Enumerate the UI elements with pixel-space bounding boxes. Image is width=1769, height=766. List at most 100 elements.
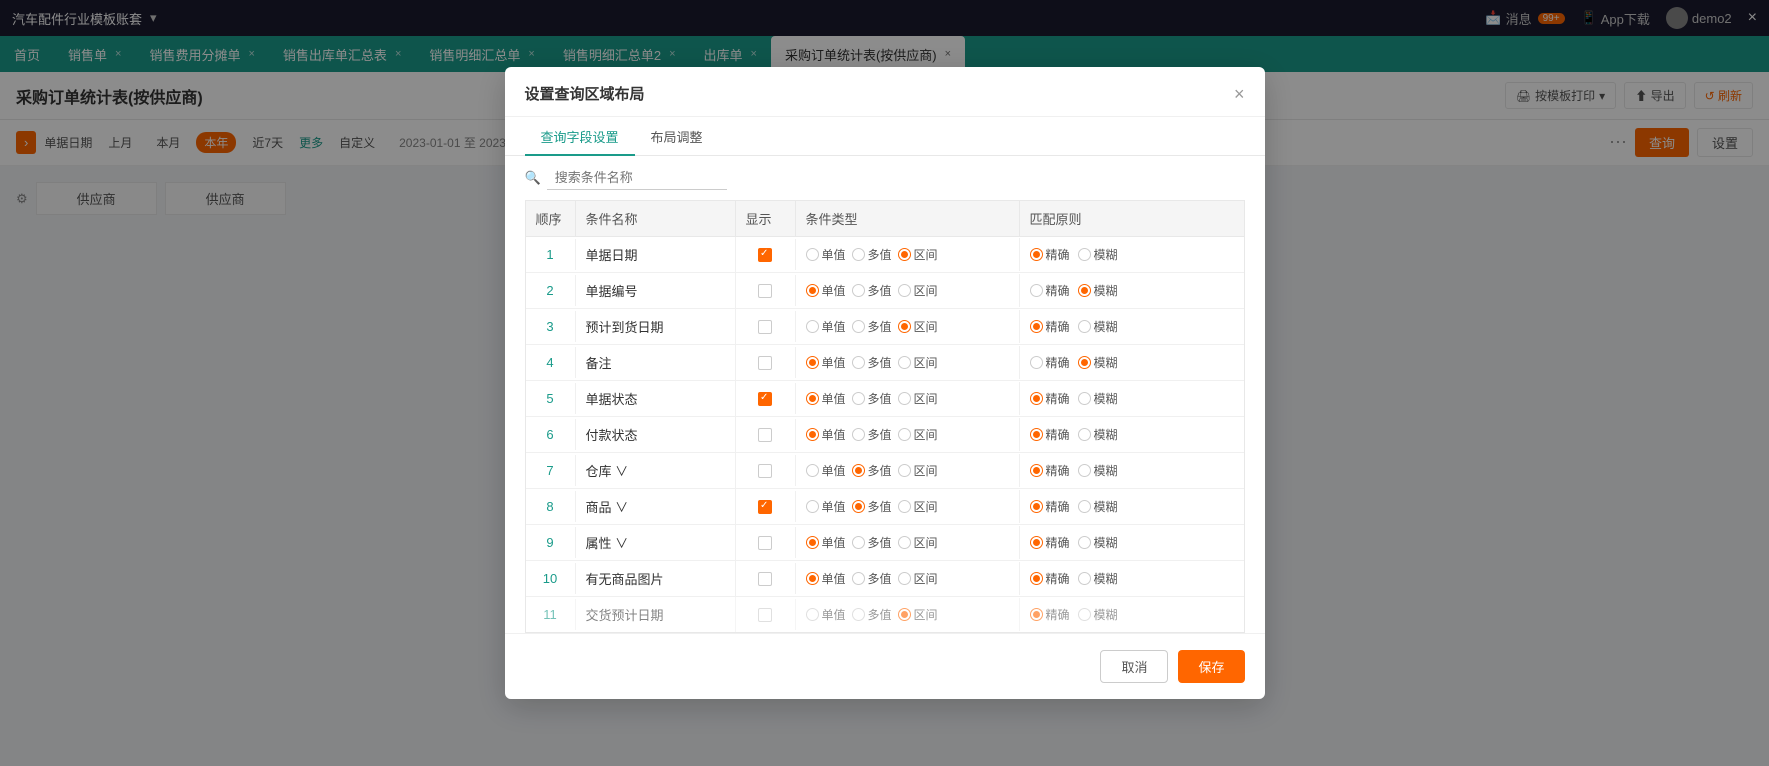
row6-match-fuzzy[interactable]: 模糊 <box>1078 426 1118 443</box>
row1-type-range[interactable]: 区间 <box>898 246 938 263</box>
row5-type-single[interactable]: 单值 <box>806 390 846 407</box>
row1-order: 1 <box>526 239 576 270</box>
row11-checkbox[interactable] <box>758 608 772 622</box>
row5-match-fuzzy[interactable]: 模糊 <box>1078 390 1118 407</box>
row10-type-multi[interactable]: 多值 <box>852 570 892 587</box>
row3-radio-single <box>806 320 819 333</box>
row4-type-range[interactable]: 区间 <box>898 354 938 371</box>
row7-match-exact[interactable]: 精确 <box>1030 462 1070 479</box>
row6-match-exact[interactable]: 精确 <box>1030 426 1070 443</box>
table-row: 3 预计到货日期 单值 多值 <box>526 309 1244 345</box>
row2-radio-single <box>806 284 819 297</box>
row3-type-range[interactable]: 区间 <box>898 318 938 335</box>
row2-match-exact[interactable]: 精确 <box>1030 282 1070 299</box>
row1-radio-single <box>806 248 819 261</box>
row3-match-exact[interactable]: 精确 <box>1030 318 1070 335</box>
cancel-button[interactable]: 取消 <box>1100 650 1168 683</box>
row11-type-single[interactable]: 单值 <box>806 606 846 623</box>
row11-match-exact[interactable]: 精确 <box>1030 606 1070 623</box>
row6-radio-multi <box>852 428 865 441</box>
row6-type-range[interactable]: 区间 <box>898 426 938 443</box>
row6-checkbox[interactable] <box>758 428 772 442</box>
row6-name: 付款状态 <box>576 417 736 452</box>
row5-type-multi[interactable]: 多值 <box>852 390 892 407</box>
row2-name: 单据编号 <box>576 273 736 308</box>
row10-type-range[interactable]: 区间 <box>898 570 938 587</box>
row8-order: 8 <box>526 491 576 522</box>
search-icon: 🔍 <box>525 170 541 186</box>
row4-display <box>736 347 796 379</box>
row10-match-fuzzy[interactable]: 模糊 <box>1078 570 1118 587</box>
row5-radio-range <box>898 392 911 405</box>
row10-checkbox[interactable] <box>758 572 772 586</box>
row8-type-single[interactable]: 单值 <box>806 498 846 515</box>
row8-match-exact[interactable]: 精确 <box>1030 498 1070 515</box>
row5-radio-multi <box>852 392 865 405</box>
row4-type-multi[interactable]: 多值 <box>852 354 892 371</box>
row5-checkbox[interactable] <box>758 392 772 406</box>
row2-type-multi[interactable]: 多值 <box>852 282 892 299</box>
row7-checkbox[interactable] <box>758 464 772 478</box>
row3-type-multi[interactable]: 多值 <box>852 318 892 335</box>
tab-query-fields[interactable]: 查询字段设置 <box>525 117 635 156</box>
row4-type-single[interactable]: 单值 <box>806 354 846 371</box>
row1-match-radio-exact <box>1030 248 1043 261</box>
row4-match-fuzzy[interactable]: 模糊 <box>1078 354 1118 371</box>
row2-type-range[interactable]: 区间 <box>898 282 938 299</box>
row9-display <box>736 527 796 559</box>
row11-match-fuzzy[interactable]: 模糊 <box>1078 606 1118 623</box>
row9-type-single[interactable]: 单值 <box>806 534 846 551</box>
row9-checkbox[interactable] <box>758 536 772 550</box>
table-row: 5 单据状态 单值 多值 <box>526 381 1244 417</box>
row9-type-multi[interactable]: 多值 <box>852 534 892 551</box>
row9-radio-range <box>898 536 911 549</box>
row7-type-single[interactable]: 单值 <box>806 462 846 479</box>
row11-type-multi[interactable]: 多值 <box>852 606 892 623</box>
conditions-table: 顺序 条件名称 显示 条件类型 匹配原则 1 单据日期 <box>505 200 1265 633</box>
dialog-close-button[interactable]: × <box>1234 85 1245 103</box>
row1-checkbox[interactable] <box>758 248 772 262</box>
row1-type-single[interactable]: 单值 <box>806 246 846 263</box>
row10-match-exact[interactable]: 精确 <box>1030 570 1070 587</box>
row9-match-fuzzy[interactable]: 模糊 <box>1078 534 1118 551</box>
row4-match-exact[interactable]: 精确 <box>1030 354 1070 371</box>
row9-match-radio-exact <box>1030 536 1043 549</box>
row5-type-range[interactable]: 区间 <box>898 390 938 407</box>
row9-type-range[interactable]: 区间 <box>898 534 938 551</box>
row3-match-fuzzy[interactable]: 模糊 <box>1078 318 1118 335</box>
row7-match-fuzzy[interactable]: 模糊 <box>1078 462 1118 479</box>
row9-order: 9 <box>526 527 576 558</box>
row2-match-fuzzy[interactable]: 模糊 <box>1078 282 1118 299</box>
row3-name: 预计到货日期 <box>576 309 736 344</box>
row8-type-range[interactable]: 区间 <box>898 498 938 515</box>
row8-checkbox[interactable] <box>758 500 772 514</box>
row6-type-multi[interactable]: 多值 <box>852 426 892 443</box>
row1-type-multi[interactable]: 多值 <box>852 246 892 263</box>
row11-match-radio-fuzzy <box>1078 608 1091 621</box>
row1-match-exact[interactable]: 精确 <box>1030 246 1070 263</box>
row5-match-exact[interactable]: 精确 <box>1030 390 1070 407</box>
row11-type-range[interactable]: 区间 <box>898 606 938 623</box>
row7-type-multi[interactable]: 多值 <box>852 462 892 479</box>
condition-search-input[interactable] <box>547 166 727 190</box>
row4-checkbox[interactable] <box>758 356 772 370</box>
tab-layout-adjust[interactable]: 布局调整 <box>635 117 719 156</box>
save-button[interactable]: 保存 <box>1178 650 1244 683</box>
row3-checkbox[interactable] <box>758 320 772 334</box>
row9-match-exact[interactable]: 精确 <box>1030 534 1070 551</box>
row5-type: 单值 多值 区间 <box>796 382 1020 415</box>
row8-type-multi[interactable]: 多值 <box>852 498 892 515</box>
row1-match-fuzzy[interactable]: 模糊 <box>1078 246 1118 263</box>
row2-match-radio-exact <box>1030 284 1043 297</box>
row2-type-single[interactable]: 单值 <box>806 282 846 299</box>
row7-type-range[interactable]: 区间 <box>898 462 938 479</box>
row6-type-single[interactable]: 单值 <box>806 426 846 443</box>
row4-radio-single <box>806 356 819 369</box>
row2-checkbox[interactable] <box>758 284 772 298</box>
row3-type-single[interactable]: 单值 <box>806 318 846 335</box>
table-row: 10 有无商品图片 单值 多值 <box>526 561 1244 597</box>
row2-match-radio-fuzzy <box>1078 284 1091 297</box>
row3-match-radio-fuzzy <box>1078 320 1091 333</box>
row10-type-single[interactable]: 单值 <box>806 570 846 587</box>
row8-match-fuzzy[interactable]: 模糊 <box>1078 498 1118 515</box>
